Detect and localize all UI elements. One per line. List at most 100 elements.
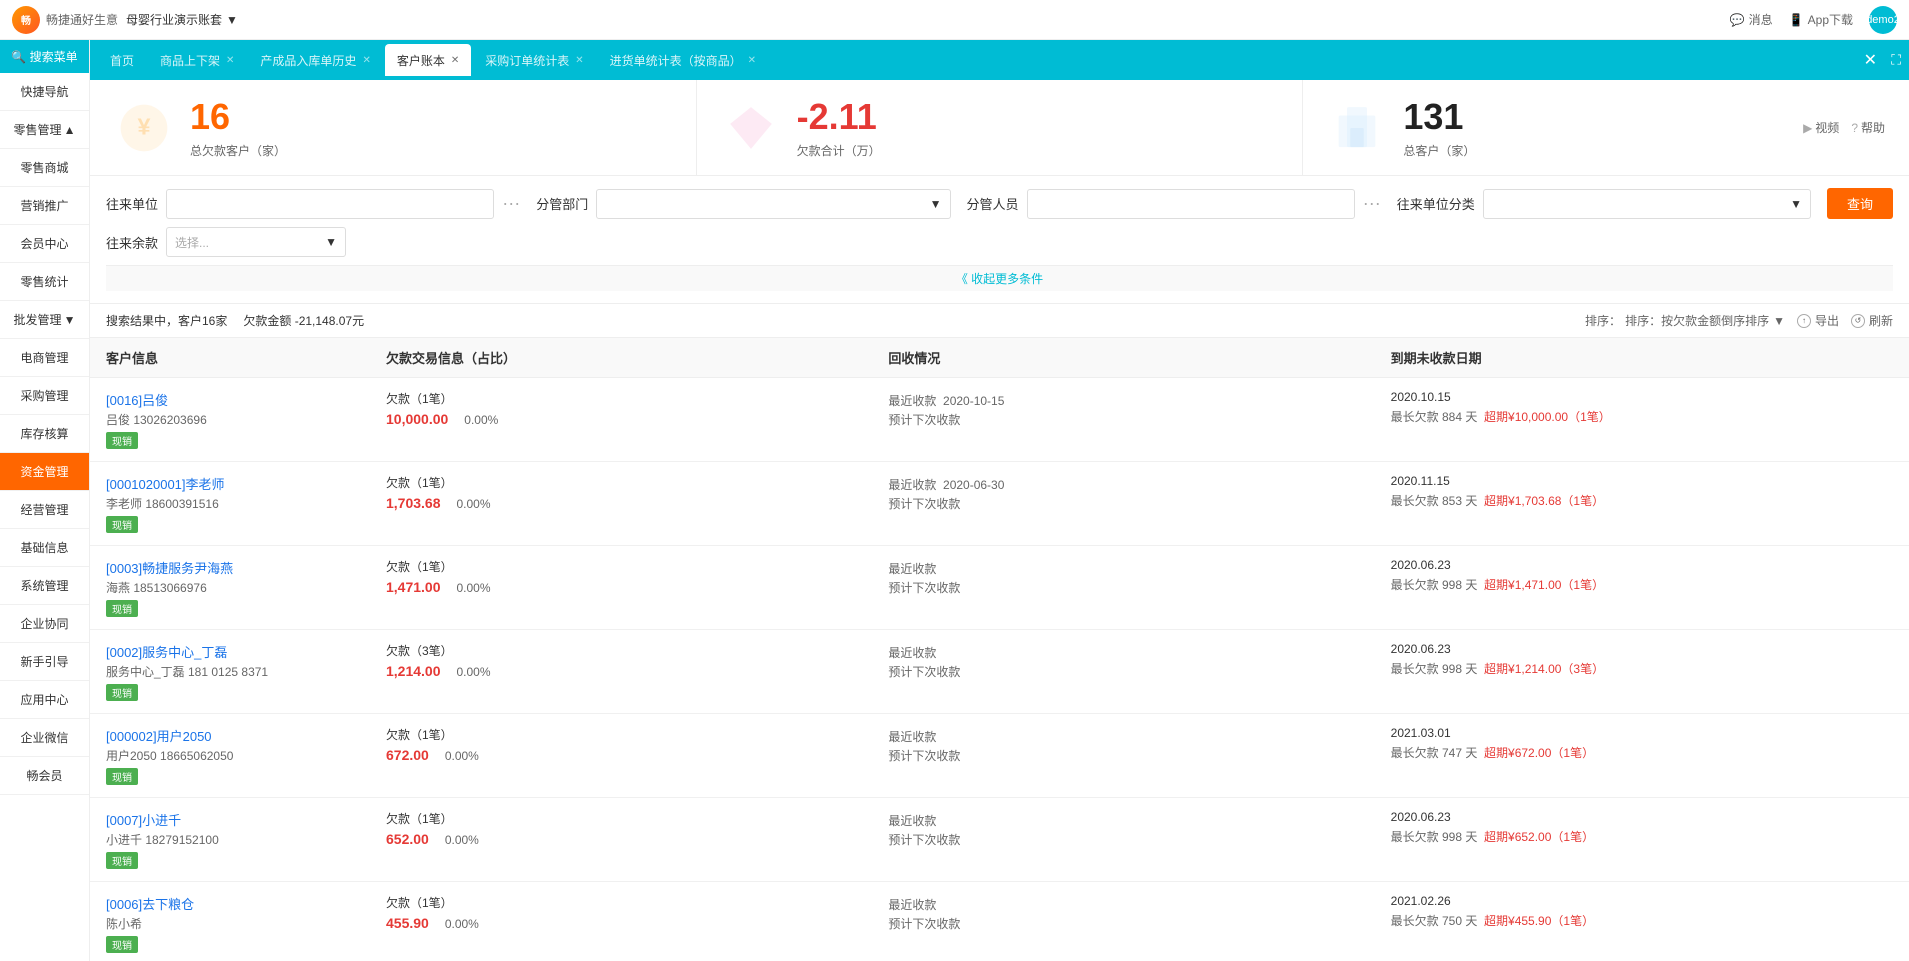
sidebar-item-inventory[interactable]: 库存核算	[0, 415, 89, 453]
sidebar-item-retail-mall[interactable]: 零售商城	[0, 149, 89, 187]
table-row: [000002]用户2050 用户2050 18665062050 现销 欠款（…	[90, 714, 1909, 798]
supplier-dots[interactable]: ···	[502, 193, 520, 214]
tab-inbound-stats[interactable]: 进货单统计表（按商品） ✕	[598, 44, 768, 76]
customer-name-3[interactable]: [0002]服务中心_丁磊	[106, 642, 386, 661]
sidebar-item-basic-info[interactable]: 基础信息	[0, 529, 89, 567]
sidebar-item-member2[interactable]: 畅会员	[0, 757, 89, 795]
customer-name-6[interactable]: [0006]去下粮仓	[106, 894, 386, 913]
tab-home[interactable]: 首页	[98, 44, 146, 76]
sidebar-item-operations[interactable]: 经营管理	[0, 491, 89, 529]
tab-products-label: 商品上下架	[160, 52, 220, 69]
sidebar-item-member[interactable]: 会员中心	[0, 225, 89, 263]
marketing-label: 营销推广	[20, 199, 68, 213]
sidebar-item-finance[interactable]: 资金管理	[0, 453, 89, 491]
customer-name-4[interactable]: [000002]用户2050	[106, 726, 386, 745]
due-date-2: 2020.06.23	[1391, 558, 1893, 572]
tab-bar: 首页 商品上下架 ✕ 产成品入库单历史 ✕ 客户账本 ✕ 采购订单统计表 ✕ 进…	[90, 40, 1909, 80]
tab-customer-account-close[interactable]: ✕	[451, 55, 459, 66]
tab-purchase-stats-close[interactable]: ✕	[575, 55, 583, 66]
due-info-2: 2020.06.23 最长欠款 998 天 超期¥1,471.00（1笔）	[1391, 558, 1893, 593]
tab-customer-account[interactable]: 客户账本 ✕	[385, 44, 471, 76]
sidebar-item-guide[interactable]: 新手引导	[0, 643, 89, 681]
payment-last-4: 最近收款	[888, 728, 1390, 745]
debt-count-5: 欠款（1笔）	[386, 810, 888, 827]
col-payment-status: 回收情况	[888, 348, 1390, 367]
tab-products-close[interactable]: ✕	[226, 55, 234, 66]
export-btn[interactable]: ↑ 导出	[1797, 312, 1839, 329]
customer-name-1[interactable]: [0001020001]李老师	[106, 474, 386, 493]
help-btn[interactable]: ? 帮助	[1851, 119, 1885, 136]
search-btn[interactable]: 查询	[1827, 188, 1893, 219]
sidebar-item-enterprise[interactable]: 企业协同	[0, 605, 89, 643]
debt-info-6: 欠款（1笔） 455.90 0.00%	[386, 894, 888, 931]
sidebar-item-system[interactable]: 系统管理	[0, 567, 89, 605]
results-debt-summary: 欠款金额 -21,148.07元	[243, 312, 364, 329]
supplier-input[interactable]	[166, 189, 494, 219]
export-label: 导出	[1815, 312, 1839, 329]
category-label: 往来单位分类	[1397, 194, 1475, 213]
debt-amount-6: 455.90	[386, 915, 429, 931]
overdue-link-4[interactable]: 超期¥672.00（1笔）	[1484, 746, 1594, 760]
category-select[interactable]: ▼	[1483, 189, 1811, 219]
sidebar-item-retail-mgmt[interactable]: 零售管理 ▲	[0, 111, 89, 149]
refresh-btn[interactable]: ↺ 刷新	[1851, 312, 1893, 329]
overdue-link-5[interactable]: 超期¥652.00（1笔）	[1484, 830, 1594, 844]
avatar[interactable]: demo2	[1869, 6, 1897, 34]
overdue-link-2[interactable]: 超期¥1,471.00（1笔）	[1484, 578, 1604, 592]
sidebar-item-ecommerce[interactable]: 电商管理	[0, 339, 89, 377]
sidebar-item-marketing[interactable]: 营销推广	[0, 187, 89, 225]
overdue-link-6[interactable]: 超期¥455.90（1笔）	[1484, 914, 1594, 928]
due-date-4: 2021.03.01	[1391, 726, 1893, 740]
debt-info-5: 欠款（1笔） 652.00 0.00%	[386, 810, 888, 847]
sidebar-item-app-center[interactable]: 应用中心	[0, 681, 89, 719]
tab-products[interactable]: 商品上下架 ✕	[148, 44, 246, 76]
video-btn[interactable]: ▶ 视频	[1803, 119, 1839, 136]
customer-name-5[interactable]: [0007]小进千	[106, 810, 386, 829]
customer-name-0[interactable]: [0016]吕俊	[106, 390, 386, 409]
payment-last-0: 最近收款 2020-10-15	[888, 392, 1390, 409]
logo-icon: 畅	[12, 6, 40, 34]
sidebar-item-quick-nav[interactable]: 快捷导航	[0, 73, 89, 111]
stat-label-debt-amount: 欠款合计（万）	[797, 142, 881, 159]
tab-purchase-stats[interactable]: 采购订单统计表 ✕	[473, 44, 595, 76]
collapse-btn[interactable]: 《 收起更多条件	[106, 265, 1893, 291]
debt-count-2: 欠款（1笔）	[386, 558, 888, 575]
sidebar-item-batch-mgmt[interactable]: 批发管理 ▼	[0, 301, 89, 339]
retail-stats-label: 零售统计	[20, 275, 68, 289]
due-info-6: 2021.02.26 最长欠款 750 天 超期¥455.90（1笔）	[1391, 894, 1893, 929]
customer-tag-6: 现销	[106, 936, 138, 953]
person-input[interactable]	[1027, 189, 1355, 219]
app-download-btn[interactable]: 📱 App下载	[1789, 11, 1853, 28]
stat-label-debt-customers: 总欠款客户（家）	[190, 142, 286, 159]
sidebar-item-retail-stats[interactable]: 零售统计	[0, 263, 89, 301]
balance-select[interactable]: 选择... ▼	[166, 227, 346, 257]
tab-inbound[interactable]: 产成品入库单历史 ✕	[248, 44, 382, 76]
logo-area: 畅 畅捷通好生意	[12, 6, 118, 34]
debt-info-0: 欠款（1笔） 10,000.00 0.00%	[386, 390, 888, 427]
dept-select[interactable]: ▼	[596, 189, 950, 219]
payment-last-2: 最近收款	[888, 560, 1390, 577]
chevron-icon: ▲	[64, 123, 76, 137]
sidebar-search[interactable]: 🔍 搜索菜单	[0, 40, 89, 73]
expand-tabs-btn[interactable]: ⛶	[1891, 52, 1901, 69]
customer-name-2[interactable]: [0003]畅捷服务尹海燕	[106, 558, 386, 577]
tab-inbound-close[interactable]: ✕	[362, 55, 370, 66]
customer-phone-5: 小进千 18279152100	[106, 831, 386, 848]
overdue-link-1[interactable]: 超期¥1,703.68（1笔）	[1484, 494, 1604, 508]
tab-inbound-stats-close[interactable]: ✕	[748, 55, 756, 66]
main: 首页 商品上下架 ✕ 产成品入库单历史 ✕ 客户账本 ✕ 采购订单统计表 ✕ 进…	[90, 40, 1909, 961]
message-btn[interactable]: 💬 消息	[1730, 11, 1773, 28]
tab-inbound-label: 产成品入库单历史	[260, 52, 356, 69]
person-label: 分管人员	[967, 194, 1019, 213]
overdue-link-0[interactable]: 超期¥10,000.00（1笔）	[1484, 410, 1611, 424]
sidebar-item-wechat[interactable]: 企业微信	[0, 719, 89, 757]
balance-label: 往来余款	[106, 233, 158, 252]
close-all-tabs-btn[interactable]: ✕	[1864, 50, 1877, 70]
payment-last-6: 最近收款	[888, 896, 1390, 913]
sidebar-item-purchase[interactable]: 采购管理	[0, 377, 89, 415]
due-info-3: 2020.06.23 最长欠款 998 天 超期¥1,214.00（3笔）	[1391, 642, 1893, 677]
overdue-link-3[interactable]: 超期¥1,214.00（3笔）	[1484, 662, 1604, 676]
sort-select[interactable]: 排序： 排序：按欠款金额倒序排序 ▼	[1585, 312, 1785, 329]
person-dots[interactable]: ···	[1363, 193, 1381, 214]
company-selector[interactable]: 母婴行业演示账套 ▼	[126, 11, 238, 28]
